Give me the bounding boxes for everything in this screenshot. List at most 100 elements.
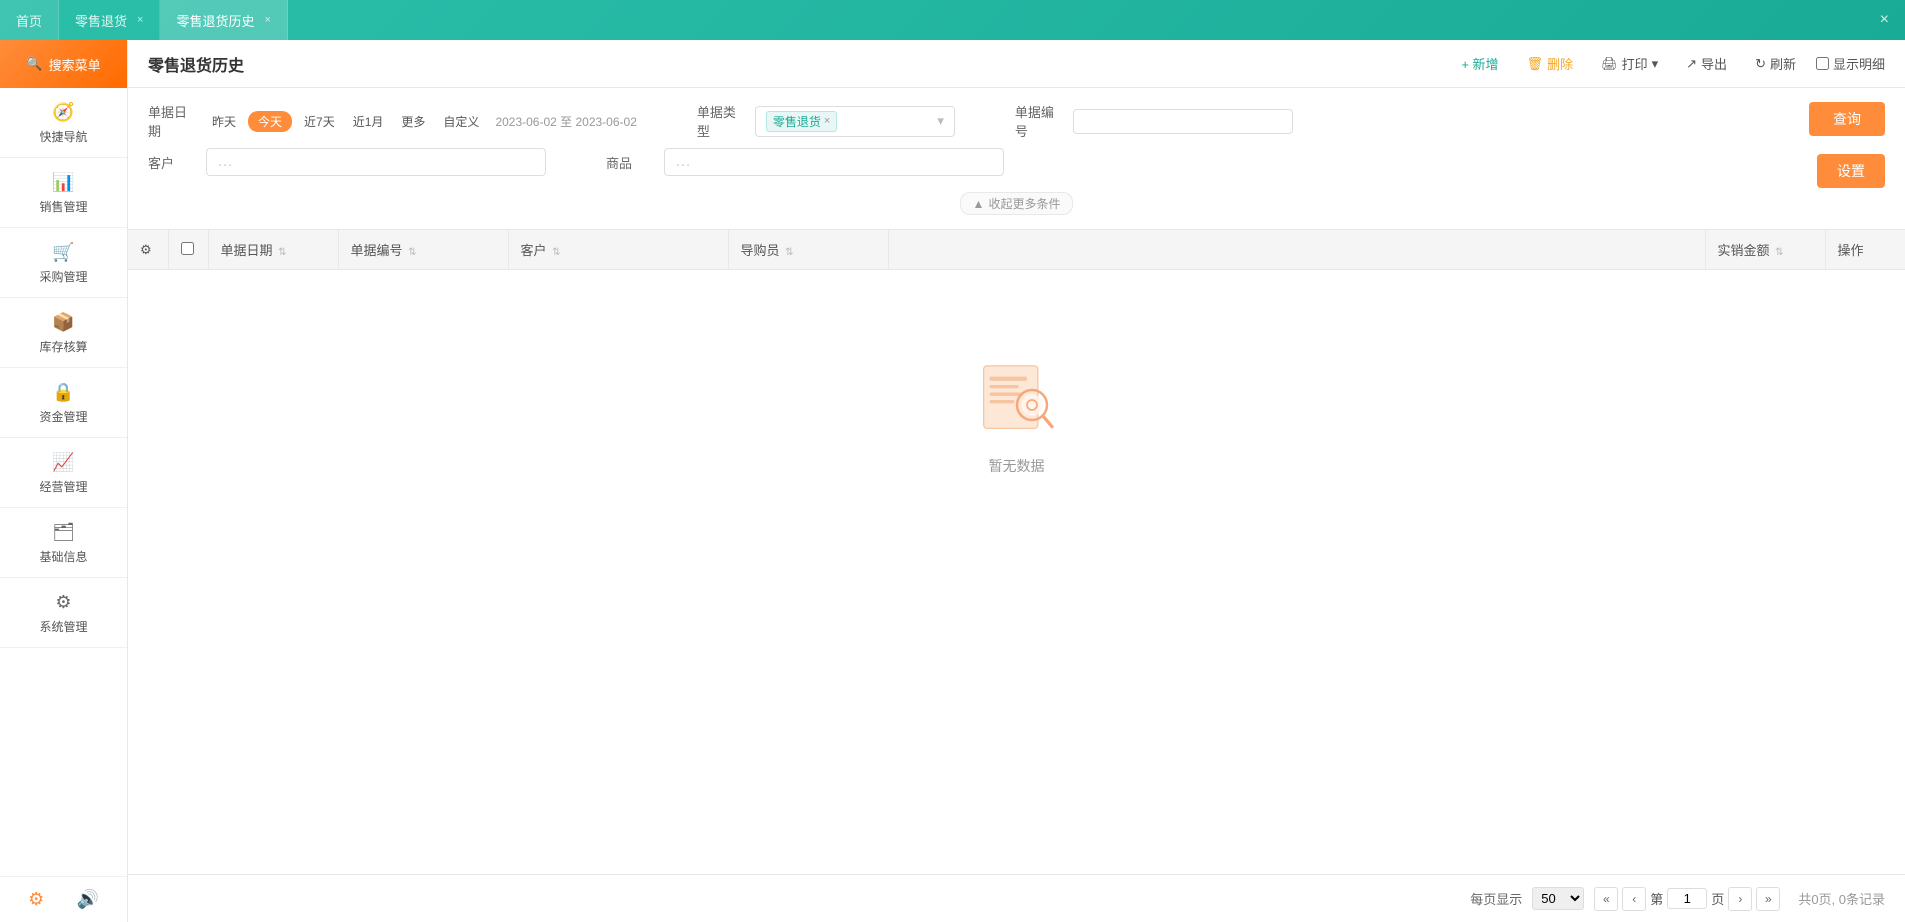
sidebar-item-quick-nav[interactable]: 🧭 快捷导航	[0, 88, 127, 158]
date-btn-more[interactable]: 更多	[395, 111, 431, 132]
goods-input[interactable]: …	[664, 148, 1004, 176]
col-header-date[interactable]: 单据日期 ⇅	[208, 230, 338, 270]
export-button-label: 导出	[1701, 54, 1727, 73]
page-prev-button[interactable]: ‹	[1622, 887, 1646, 911]
print-dropdown-icon: ▾	[1652, 56, 1659, 72]
sidebar-item-quick-nav-label: 快捷导航	[39, 128, 87, 145]
col-header-voucherid[interactable]: 单据编号 ⇅	[338, 230, 508, 270]
col-voucherid-sort: ⇅	[408, 247, 416, 258]
filter-goods-col: 商品 …	[606, 148, 1004, 176]
page-size-label: 每页显示	[1470, 889, 1522, 908]
new-button-label: + 新增	[1461, 54, 1498, 73]
print-button-icon: 🖨	[1601, 56, 1618, 72]
refresh-button-label: 刷新	[1770, 54, 1796, 73]
page-nav: « ‹ 第 页 › »	[1594, 887, 1780, 911]
date-btn-last7[interactable]: 近7天	[298, 111, 341, 132]
col-header-guide[interactable]: 导购员 ⇅	[728, 230, 888, 270]
tab-retail-return-close[interactable]: ×	[137, 14, 143, 26]
filter-id-label: 单据编号	[1015, 102, 1065, 140]
voucher-type-tag-label: 零售退货	[773, 113, 821, 130]
collapse-icon: ▲	[973, 197, 985, 211]
col-customer-sort: ⇅	[552, 247, 560, 258]
tab-home-label: 首页	[16, 11, 42, 30]
tab-retail-return-history-close[interactable]: ×	[264, 14, 270, 26]
inventory-icon: 📦	[52, 312, 74, 333]
sidebar-item-finance[interactable]: 🔒 资金管理	[0, 368, 127, 438]
show-detail-checkbox[interactable]	[1816, 57, 1829, 70]
sidebar-item-sales-mgmt[interactable]: 📊 销售管理	[0, 158, 127, 228]
voucher-type-select[interactable]: 零售退货 × ▾	[755, 106, 955, 137]
delete-button[interactable]: 🗑 删除	[1519, 50, 1582, 77]
voucher-type-remove[interactable]: ×	[824, 115, 830, 127]
delete-button-icon: 🗑	[1527, 56, 1544, 72]
close-window-button[interactable]: ×	[1864, 0, 1905, 40]
settings-button[interactable]: 设置	[1817, 154, 1885, 188]
sidebar: 🔍 搜索菜单 🧭 快捷导航 📊 销售管理 🛒 采购管理 📦 库存核算 🔒 资金管…	[0, 40, 128, 922]
toolbar: + 新增 🗑 删除 🖨 打印 ▾ ↗ 导出 ↻ 刷新	[1453, 50, 1885, 77]
sidebar-item-system-mgmt-label: 系统管理	[39, 618, 87, 635]
col-amount-sort: ⇅	[1775, 247, 1783, 258]
col-header-amount[interactable]: 实销金额 ⇅	[1705, 230, 1825, 270]
total-info: 共0页, 0条记录	[1798, 889, 1885, 908]
voucher-id-input[interactable]	[1073, 109, 1293, 134]
new-button[interactable]: + 新增	[1453, 50, 1506, 77]
sidebar-item-operations-label: 经营管理	[39, 478, 87, 495]
filter-date-col: 单据日期 昨天 今天 近7天 近1月 更多 自定义 2023-06-02 至 2…	[148, 102, 637, 140]
filter-goods-label: 商品	[606, 153, 656, 172]
sidebar-item-operations[interactable]: 📈 经营管理	[0, 438, 127, 508]
tab-home[interactable]: 首页	[0, 0, 59, 40]
sidebar-item-basic-info[interactable]: 🗂 基础信息	[0, 508, 127, 578]
page-number-input[interactable]	[1667, 888, 1707, 909]
filter-action-area: 查询	[1809, 102, 1885, 136]
sidebar-item-purchase-mgmt[interactable]: 🛒 采购管理	[0, 228, 127, 298]
sidebar-item-sales-mgmt-label: 销售管理	[39, 198, 87, 215]
sidebar-audio-icon[interactable]: 🔊	[76, 889, 98, 910]
col-settings-icon: ⚙	[140, 242, 152, 257]
date-btn-last-month[interactable]: 近1月	[347, 111, 390, 132]
operations-icon: 📈	[52, 452, 74, 473]
page-header: 零售退货历史 + 新增 🗑 删除 🖨 打印 ▾ ↗ 导出	[128, 40, 1905, 88]
sidebar-search-label: 搜索菜单	[49, 55, 101, 74]
tab-retail-return-history[interactable]: 零售退货历史 ×	[160, 0, 287, 40]
print-button[interactable]: 🖨 打印 ▾	[1593, 50, 1666, 77]
page-suffix: 页	[1711, 889, 1724, 908]
date-btn-today[interactable]: 今天	[248, 111, 292, 132]
sidebar-item-system-mgmt[interactable]: ⚙ 系统管理	[0, 578, 127, 648]
select-all-checkbox[interactable]	[181, 242, 194, 255]
close-window-icon: ×	[1880, 11, 1889, 29]
sidebar-gear-icon[interactable]: ⚙	[28, 889, 44, 910]
refresh-button[interactable]: ↻ 刷新	[1747, 50, 1804, 77]
tab-retail-return-history-label: 零售退货历史	[176, 11, 254, 30]
table-footer: 每页显示 20 50 100 « ‹ 第 页 › »	[128, 874, 1905, 922]
tab-retail-return[interactable]: 零售退货 ×	[59, 0, 160, 40]
date-btn-yesterday[interactable]: 昨天	[206, 111, 242, 132]
type-select-arrow: ▾	[937, 113, 944, 129]
col-header-customer[interactable]: 客户 ⇅	[508, 230, 728, 270]
collapse-button[interactable]: ▲ 收起更多条件	[960, 192, 1074, 215]
customer-input[interactable]: …	[206, 148, 546, 176]
sidebar-search[interactable]: 🔍 搜索菜单	[0, 40, 127, 88]
export-button[interactable]: ↗ 导出	[1678, 50, 1735, 77]
purchase-mgmt-icon: 🛒	[52, 242, 74, 263]
settings-action-area: 设置	[1817, 148, 1885, 188]
filter-customer-label: 客户	[148, 153, 198, 172]
main-layout: 🔍 搜索菜单 🧭 快捷导航 📊 销售管理 🛒 采购管理 📦 库存核算 🔒 资金管…	[0, 40, 1905, 922]
col-header-settings[interactable]: ⚙	[128, 230, 168, 270]
col-header-checkbox[interactable]	[168, 230, 208, 270]
page-size-select[interactable]: 20 50 100	[1532, 887, 1584, 910]
sidebar-item-inventory[interactable]: 📦 库存核算	[0, 298, 127, 368]
filter-type-label: 单据类型	[697, 102, 747, 140]
query-button[interactable]: 查询	[1809, 102, 1885, 136]
page-last-button[interactable]: »	[1756, 887, 1780, 911]
filter-customer-col: 客户 …	[148, 148, 546, 176]
col-header-action: 操作	[1825, 230, 1905, 270]
date-btn-custom[interactable]: 自定义	[437, 111, 485, 132]
search-icon: 🔍	[26, 56, 42, 72]
page-prev-icon: ‹	[1632, 892, 1636, 906]
page-first-button[interactable]: «	[1594, 887, 1618, 911]
system-mgmt-icon: ⚙	[55, 592, 71, 613]
table-header-row: ⚙ 单据日期 ⇅ 单据编号 ⇅	[128, 230, 1905, 270]
page-next-button[interactable]: ›	[1728, 887, 1752, 911]
date-range-display: 2023-06-02 至 2023-06-02	[495, 113, 636, 130]
data-table: ⚙ 单据日期 ⇅ 单据编号 ⇅	[128, 230, 1905, 270]
